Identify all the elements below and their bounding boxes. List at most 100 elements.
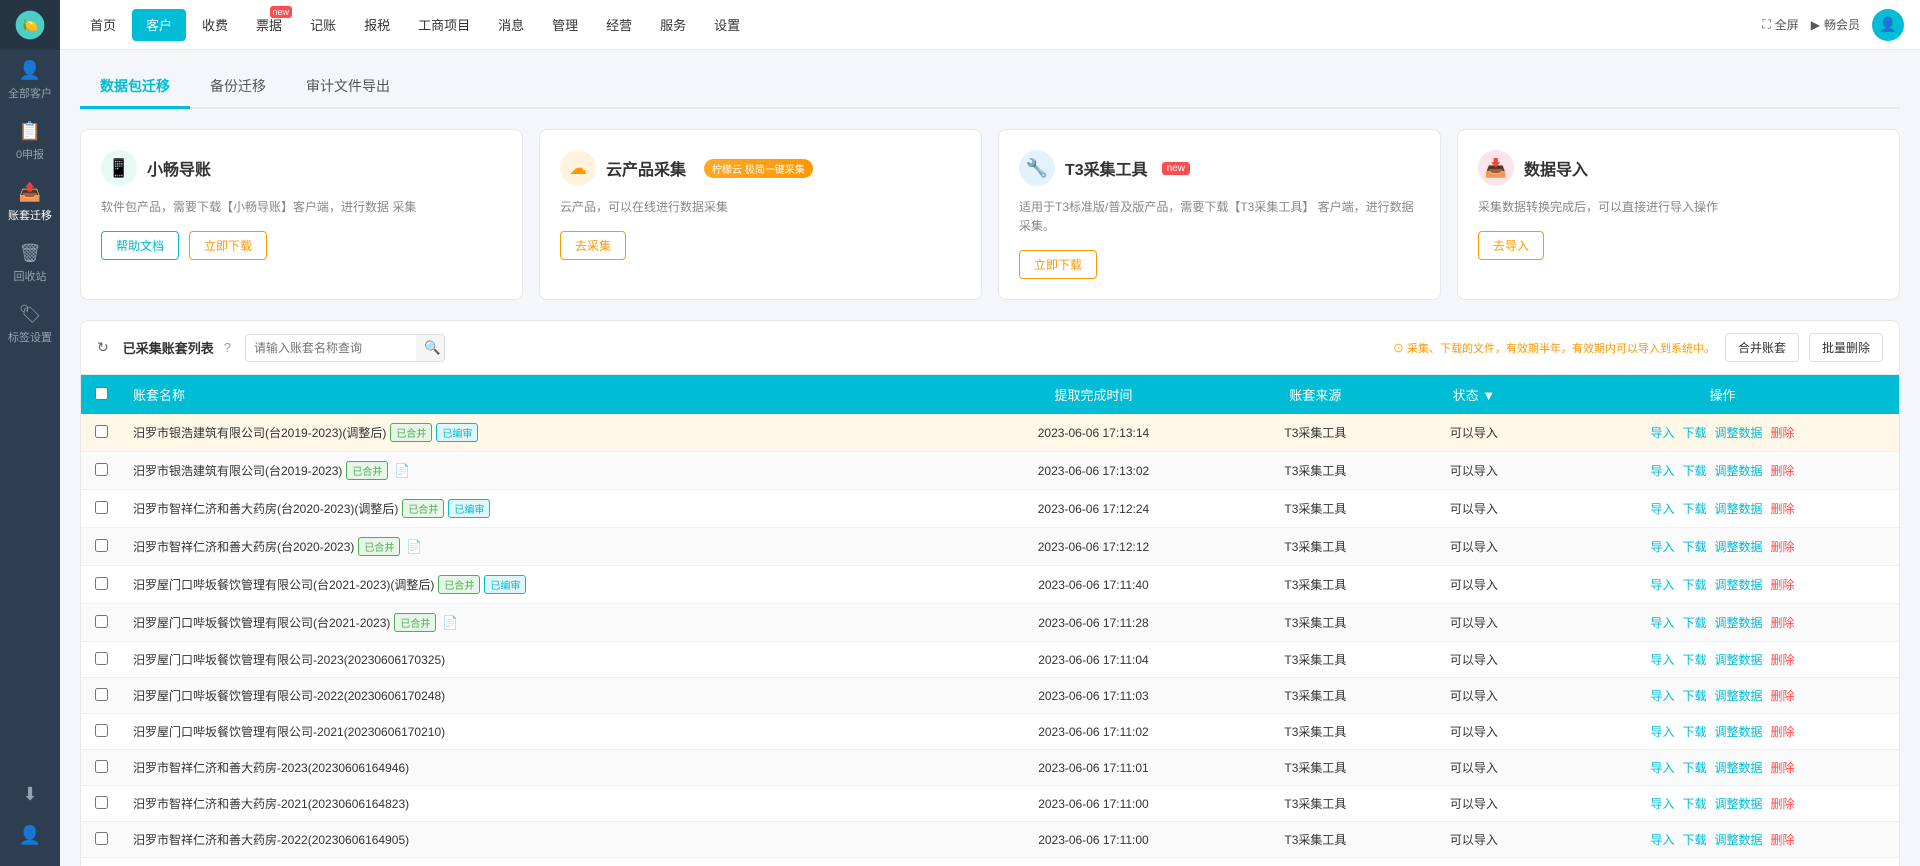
sidebar-user[interactable]: 👤 xyxy=(0,815,60,856)
action-下载[interactable]: 下载 xyxy=(1682,653,1706,667)
nav-bookkeeping[interactable]: 记账 xyxy=(296,0,350,50)
select-all-checkbox[interactable] xyxy=(95,387,108,400)
download-now-button[interactable]: 立即下载 xyxy=(189,231,267,260)
refresh-icon[interactable]: ↻ xyxy=(97,339,109,356)
sidebar-item-all-clients[interactable]: 👤 全部客户 xyxy=(0,50,60,111)
merge-button[interactable]: 合并账套 xyxy=(1725,333,1799,362)
action-调整数据[interactable]: 调整数据 xyxy=(1715,653,1763,667)
tab-audit-export[interactable]: 审计文件导出 xyxy=(286,66,410,109)
action-调整数据[interactable]: 调整数据 xyxy=(1715,833,1763,847)
go-collect-button[interactable]: 去采集 xyxy=(560,231,626,260)
action-导入[interactable]: 导入 xyxy=(1650,502,1674,516)
row-checkbox[interactable] xyxy=(95,463,108,476)
action-删除[interactable]: 删除 xyxy=(1771,616,1795,630)
action-删除[interactable]: 删除 xyxy=(1771,426,1795,440)
nav-home[interactable]: 首页 xyxy=(76,0,130,50)
search-input[interactable] xyxy=(246,336,416,360)
nav-service[interactable]: 服务 xyxy=(646,0,700,50)
action-导入[interactable]: 导入 xyxy=(1650,653,1674,667)
action-调整数据[interactable]: 调整数据 xyxy=(1715,502,1763,516)
action-删除[interactable]: 删除 xyxy=(1771,689,1795,703)
action-下载[interactable]: 下载 xyxy=(1682,761,1706,775)
nav-manage[interactable]: 管理 xyxy=(538,0,592,50)
row-checkbox[interactable] xyxy=(95,425,108,438)
file-icon[interactable]: 📄 xyxy=(406,539,422,554)
row-checkbox[interactable] xyxy=(95,832,108,845)
nav-invoice[interactable]: 票据 new xyxy=(242,0,296,50)
action-下载[interactable]: 下载 xyxy=(1682,502,1706,516)
nav-tax[interactable]: 报税 xyxy=(350,0,404,50)
nav-client[interactable]: 客户 xyxy=(132,9,186,41)
action-删除[interactable]: 删除 xyxy=(1771,464,1795,478)
row-checkbox[interactable] xyxy=(95,688,108,701)
row-checkbox[interactable] xyxy=(95,577,108,590)
action-导入[interactable]: 导入 xyxy=(1650,464,1674,478)
action-下载[interactable]: 下载 xyxy=(1682,464,1706,478)
row-checkbox[interactable] xyxy=(95,760,108,773)
help-icon[interactable]: ? xyxy=(224,340,231,355)
action-删除[interactable]: 删除 xyxy=(1771,725,1795,739)
tab-backup-migrate[interactable]: 备份迁移 xyxy=(190,66,286,109)
action-调整数据[interactable]: 调整数据 xyxy=(1715,689,1763,703)
file-icon[interactable]: 📄 xyxy=(442,615,458,630)
action-调整数据[interactable]: 调整数据 xyxy=(1715,464,1763,478)
app-logo[interactable]: 🍋 xyxy=(0,0,60,50)
action-导入[interactable]: 导入 xyxy=(1650,761,1674,775)
action-导入[interactable]: 导入 xyxy=(1650,578,1674,592)
action-删除[interactable]: 删除 xyxy=(1771,761,1795,775)
tab-data-migrate[interactable]: 数据包迁移 xyxy=(80,66,190,109)
action-调整数据[interactable]: 调整数据 xyxy=(1715,616,1763,630)
action-下载[interactable]: 下载 xyxy=(1682,725,1706,739)
action-调整数据[interactable]: 调整数据 xyxy=(1715,797,1763,811)
action-导入[interactable]: 导入 xyxy=(1650,426,1674,440)
action-下载[interactable]: 下载 xyxy=(1682,426,1706,440)
action-下载[interactable]: 下载 xyxy=(1682,578,1706,592)
header-checkbox[interactable] xyxy=(81,375,121,414)
nav-fee[interactable]: 收费 xyxy=(188,0,242,50)
sidebar-download[interactable]: ⬇ xyxy=(0,774,60,815)
action-删除[interactable]: 删除 xyxy=(1771,578,1795,592)
action-删除[interactable]: 删除 xyxy=(1771,540,1795,554)
member-button[interactable]: ▶ 畅会员 xyxy=(1811,16,1860,33)
action-删除[interactable]: 删除 xyxy=(1771,653,1795,667)
nav-settings[interactable]: 设置 xyxy=(700,0,754,50)
batch-delete-button[interactable]: 批量删除 xyxy=(1809,333,1883,362)
action-调整数据[interactable]: 调整数据 xyxy=(1715,540,1763,554)
action-调整数据[interactable]: 调整数据 xyxy=(1715,761,1763,775)
action-调整数据[interactable]: 调整数据 xyxy=(1715,578,1763,592)
sidebar-item-account-migrate[interactable]: 📤 账套迁移 xyxy=(0,172,60,233)
action-导入[interactable]: 导入 xyxy=(1650,689,1674,703)
action-导入[interactable]: 导入 xyxy=(1650,540,1674,554)
file-icon[interactable]: 📄 xyxy=(394,463,410,478)
row-checkbox[interactable] xyxy=(95,501,108,514)
action-导入[interactable]: 导入 xyxy=(1650,616,1674,630)
action-下载[interactable]: 下载 xyxy=(1682,616,1706,630)
action-调整数据[interactable]: 调整数据 xyxy=(1715,426,1763,440)
help-doc-button[interactable]: 帮助文档 xyxy=(101,231,179,260)
sidebar-item-tag-settings[interactable]: 🏷 标签设置 xyxy=(0,294,60,355)
action-导入[interactable]: 导入 xyxy=(1650,797,1674,811)
action-下载[interactable]: 下载 xyxy=(1682,833,1706,847)
user-avatar[interactable]: 👤 xyxy=(1872,9,1904,41)
action-导入[interactable]: 导入 xyxy=(1650,725,1674,739)
fullscreen-button[interactable]: ⛶ 全屏 xyxy=(1762,16,1798,33)
action-导入[interactable]: 导入 xyxy=(1650,833,1674,847)
search-button[interactable]: 🔍 xyxy=(416,335,445,361)
row-checkbox[interactable] xyxy=(95,652,108,665)
row-checkbox[interactable] xyxy=(95,796,108,809)
action-删除[interactable]: 删除 xyxy=(1771,833,1795,847)
nav-business[interactable]: 工商项目 xyxy=(404,0,484,50)
action-下载[interactable]: 下载 xyxy=(1682,689,1706,703)
nav-message[interactable]: 消息 xyxy=(484,0,538,50)
action-删除[interactable]: 删除 xyxy=(1771,797,1795,811)
download-t3-button[interactable]: 立即下载 xyxy=(1019,250,1097,279)
action-下载[interactable]: 下载 xyxy=(1682,797,1706,811)
action-删除[interactable]: 删除 xyxy=(1771,502,1795,516)
action-调整数据[interactable]: 调整数据 xyxy=(1715,725,1763,739)
row-checkbox[interactable] xyxy=(95,539,108,552)
row-checkbox[interactable] xyxy=(95,724,108,737)
sidebar-item-recycle[interactable]: 🗑 回收站 xyxy=(0,233,60,294)
header-status[interactable]: 状态 ▼ xyxy=(1402,375,1546,414)
action-下载[interactable]: 下载 xyxy=(1682,540,1706,554)
nav-operation[interactable]: 经营 xyxy=(592,0,646,50)
